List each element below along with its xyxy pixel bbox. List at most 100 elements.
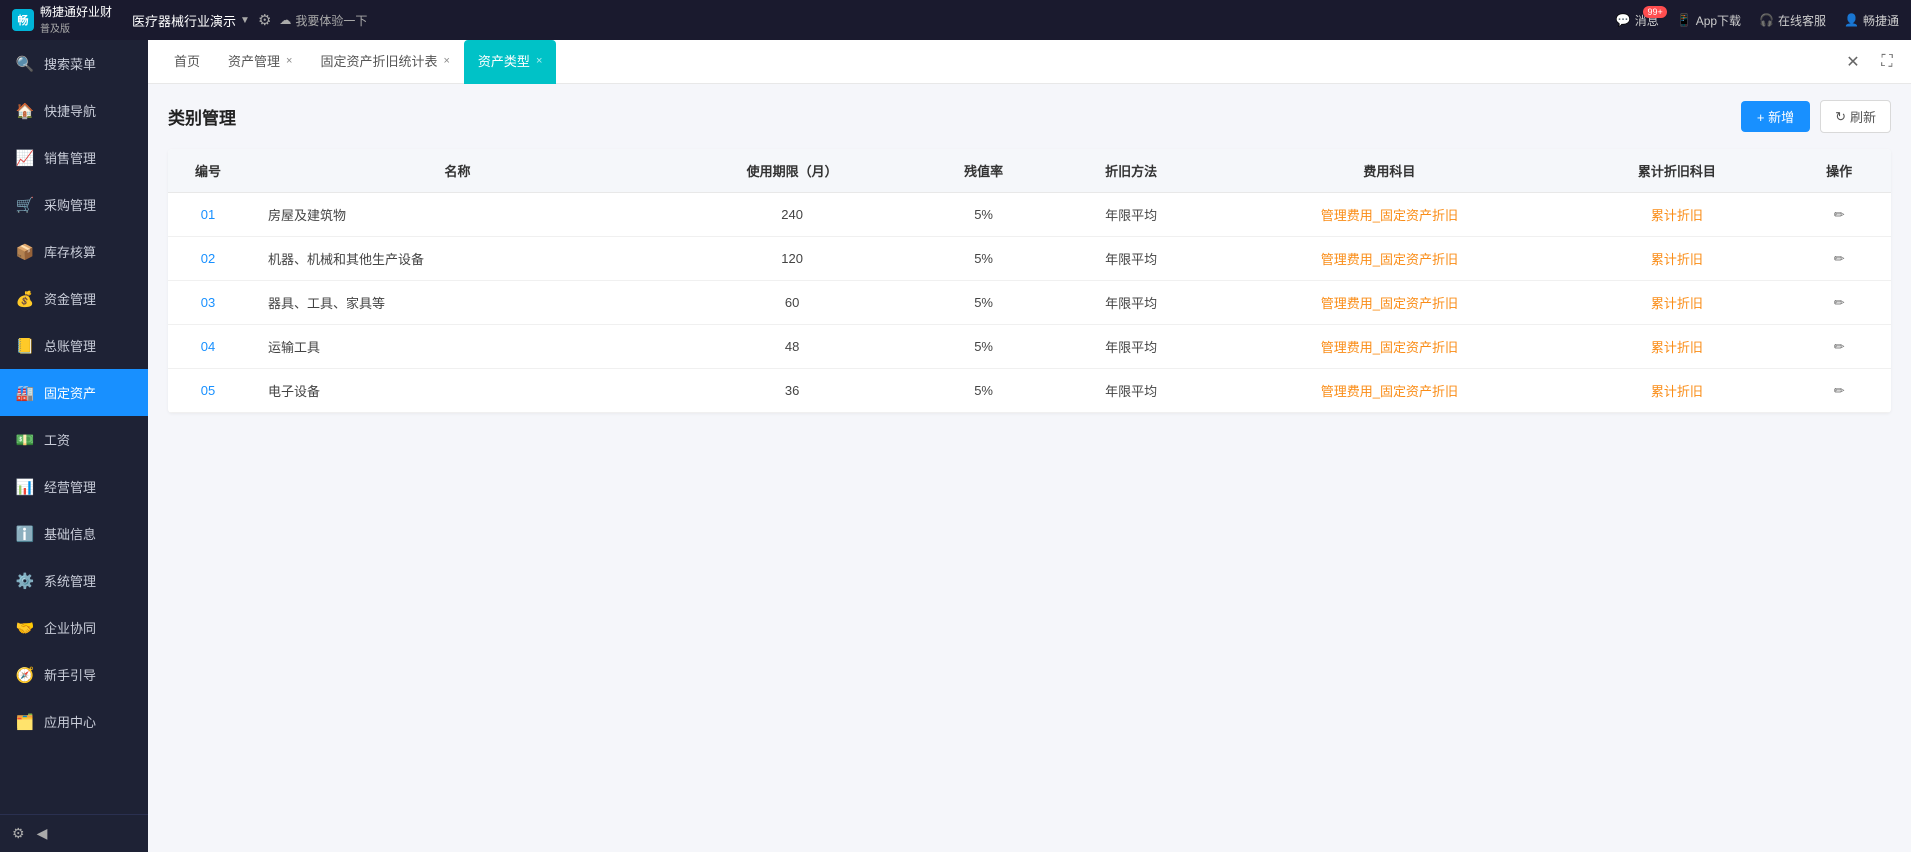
sidebar-item-label-purchase: 采购管理 bbox=[44, 195, 96, 214]
cell-residual-0: 5% bbox=[917, 193, 1050, 237]
cell-name-3: 运输工具 bbox=[248, 325, 667, 369]
col-费用科目: 费用科目 bbox=[1212, 149, 1566, 193]
cell-accumulated-2: 累计折旧 bbox=[1566, 281, 1787, 325]
trial-button[interactable]: ☁ 我要体验一下 bbox=[279, 12, 367, 29]
tab-asset-type[interactable]: 资产类型× bbox=[464, 40, 556, 84]
sidebar-item-search[interactable]: 🔍 搜索菜单 bbox=[0, 40, 148, 87]
topbar: 畅 畅捷通好业财 普及版 医疗器械行业演示 ▼ ⚙ ☁ 我要体验一下 💬 消息 … bbox=[0, 0, 1911, 40]
cell-period-3: 48 bbox=[667, 325, 917, 369]
new-button[interactable]: + 新增 bbox=[1741, 101, 1810, 132]
message-icon: 💬 bbox=[1616, 13, 1631, 27]
app-download-button[interactable]: 📱 App下载 bbox=[1677, 12, 1741, 29]
sidebar-item-basic[interactable]: ℹ️ 基础信息 bbox=[0, 510, 148, 557]
sidebar-item-capital[interactable]: 💰 资金管理 bbox=[0, 275, 148, 322]
message-button[interactable]: 💬 消息 99+ bbox=[1616, 12, 1659, 29]
service-button[interactable]: 🎧 在线客服 bbox=[1759, 12, 1826, 29]
sidebar-item-label-sales: 销售管理 bbox=[44, 148, 96, 167]
tab-assets[interactable]: 资产管理 × bbox=[214, 40, 306, 84]
cell-id-2: 03 bbox=[168, 281, 248, 325]
sidebar-item-fixed[interactable]: 🏭 固定资产 bbox=[0, 369, 148, 416]
phone-icon: 📱 bbox=[1677, 13, 1692, 27]
appCenter-icon: 🗂️ bbox=[16, 713, 34, 731]
maximize-button[interactable]: ⛶ bbox=[1875, 50, 1899, 74]
inventory-icon: 📦 bbox=[16, 243, 34, 261]
cell-action-4[interactable]: ✏ bbox=[1787, 369, 1891, 413]
sidebar-item-nav[interactable]: 🏠 快捷导航 bbox=[0, 87, 148, 134]
tab-close-depreciation[interactable]: × bbox=[443, 55, 449, 67]
col-编号: 编号 bbox=[168, 149, 248, 193]
edit-icon-3[interactable]: ✏ bbox=[1834, 339, 1845, 354]
tab-label-home: 首页 bbox=[174, 51, 200, 70]
col-折旧方法: 折旧方法 bbox=[1050, 149, 1212, 193]
sales-icon: 📈 bbox=[16, 149, 34, 167]
cell-residual-4: 5% bbox=[917, 369, 1050, 413]
edit-icon-4[interactable]: ✏ bbox=[1834, 383, 1845, 398]
sidebar-item-ledger[interactable]: 📒 总账管理 bbox=[0, 322, 148, 369]
tab-home[interactable]: 首页 bbox=[160, 40, 214, 84]
service-label: 在线客服 bbox=[1778, 12, 1826, 29]
sidebar-item-purchase[interactable]: 🛒 采购管理 bbox=[0, 181, 148, 228]
gear-icon[interactable]: ⚙ bbox=[258, 11, 271, 29]
cell-residual-3: 5% bbox=[917, 325, 1050, 369]
cell-action-3[interactable]: ✏ bbox=[1787, 325, 1891, 369]
sidebar-item-sales[interactable]: 📈 销售管理 bbox=[0, 134, 148, 181]
table-row: 02 机器、机械和其他生产设备 120 5% 年限平均 管理费用_固定资产折旧 … bbox=[168, 237, 1891, 281]
sidebar-item-appCenter[interactable]: 🗂️ 应用中心 bbox=[0, 698, 148, 745]
edit-icon-1[interactable]: ✏ bbox=[1834, 251, 1845, 266]
page-header: 类别管理 + 新增 ↻ 刷新 bbox=[168, 100, 1891, 133]
tab-close-asset-type[interactable]: × bbox=[536, 55, 542, 67]
company-selector[interactable]: 医疗器械行业演示 ▼ bbox=[132, 11, 250, 30]
salary-icon: 💵 bbox=[16, 431, 34, 449]
cloud-icon: ☁ bbox=[279, 13, 291, 27]
cell-method-4: 年限平均 bbox=[1050, 369, 1212, 413]
table-container: 编号名称使用期限（月）残值率折旧方法费用科目累计折旧科目操作 01 房屋及建筑物… bbox=[168, 149, 1891, 413]
app-label: App下载 bbox=[1696, 12, 1741, 29]
logo-sub: 普及版 bbox=[40, 20, 112, 35]
tab-close-assets[interactable]: × bbox=[286, 55, 292, 67]
edit-icon-2[interactable]: ✏ bbox=[1834, 295, 1845, 310]
cell-action-0[interactable]: ✏ bbox=[1787, 193, 1891, 237]
refresh-button[interactable]: ↻ 刷新 bbox=[1820, 100, 1891, 133]
cell-expense-3: 管理费用_固定资产折旧 bbox=[1212, 325, 1566, 369]
sidebar-item-label-capital: 资金管理 bbox=[44, 289, 96, 308]
enterprise-icon: 🤝 bbox=[16, 619, 34, 637]
sidebar-item-system[interactable]: ⚙️ 系统管理 bbox=[0, 557, 148, 604]
operation-icon: 📊 bbox=[16, 478, 34, 496]
sidebar-item-label-search: 搜索菜单 bbox=[44, 54, 96, 73]
edit-icon-0[interactable]: ✏ bbox=[1834, 207, 1845, 222]
sidebar-item-label-salary: 工资 bbox=[44, 430, 70, 449]
cell-expense-2: 管理费用_固定资产折旧 bbox=[1212, 281, 1566, 325]
sidebar-item-label-guide: 新手引导 bbox=[44, 665, 96, 684]
close-tab-button[interactable]: ✕ bbox=[1841, 50, 1865, 74]
table-row: 05 电子设备 36 5% 年限平均 管理费用_固定资产折旧 累计折旧 ✏ bbox=[168, 369, 1891, 413]
sidebar-item-operation[interactable]: 📊 经营管理 bbox=[0, 463, 148, 510]
cell-method-1: 年限平均 bbox=[1050, 237, 1212, 281]
cell-action-2[interactable]: ✏ bbox=[1787, 281, 1891, 325]
user-button[interactable]: 👤 畅捷通 bbox=[1844, 12, 1899, 29]
sidebar-item-enterprise[interactable]: 🤝 企业协同 bbox=[0, 604, 148, 651]
tab-label-assets: 资产管理 bbox=[228, 51, 280, 70]
sidebar-item-guide[interactable]: 🧭 新手引导 bbox=[0, 651, 148, 698]
sidebar-item-salary[interactable]: 💵 工资 bbox=[0, 416, 148, 463]
search-icon: 🔍 bbox=[16, 55, 34, 73]
page-title: 类别管理 bbox=[168, 104, 236, 129]
sidebar-item-label-fixed: 固定资产 bbox=[44, 383, 96, 402]
capital-icon: 💰 bbox=[16, 290, 34, 308]
col-累计折旧科目: 累计折旧科目 bbox=[1566, 149, 1787, 193]
sidebar-item-label-enterprise: 企业协同 bbox=[44, 618, 96, 637]
col-使用期限（月）: 使用期限（月） bbox=[667, 149, 917, 193]
user-icon: 👤 bbox=[1844, 13, 1859, 27]
cell-expense-1: 管理费用_固定资产折旧 bbox=[1212, 237, 1566, 281]
tab-depreciation[interactable]: 固定资产折旧统计表× bbox=[306, 40, 463, 84]
page-content: 类别管理 + 新增 ↻ 刷新 编号名称使用期限（月）残值率折旧方法费用科目累计折… bbox=[148, 84, 1911, 852]
basic-icon: ℹ️ bbox=[16, 525, 34, 543]
sidebar-item-inventory[interactable]: 📦 库存核算 bbox=[0, 228, 148, 275]
sidebar-bottom: ⚙ ◀ bbox=[0, 814, 148, 852]
cell-action-1[interactable]: ✏ bbox=[1787, 237, 1891, 281]
cell-period-1: 120 bbox=[667, 237, 917, 281]
cell-method-3: 年限平均 bbox=[1050, 325, 1212, 369]
sidebar-item-label-operation: 经营管理 bbox=[44, 477, 96, 496]
settings-icon[interactable]: ⚙ bbox=[12, 825, 25, 842]
collapse-icon[interactable]: ◀ bbox=[37, 825, 48, 842]
cell-name-4: 电子设备 bbox=[248, 369, 667, 413]
